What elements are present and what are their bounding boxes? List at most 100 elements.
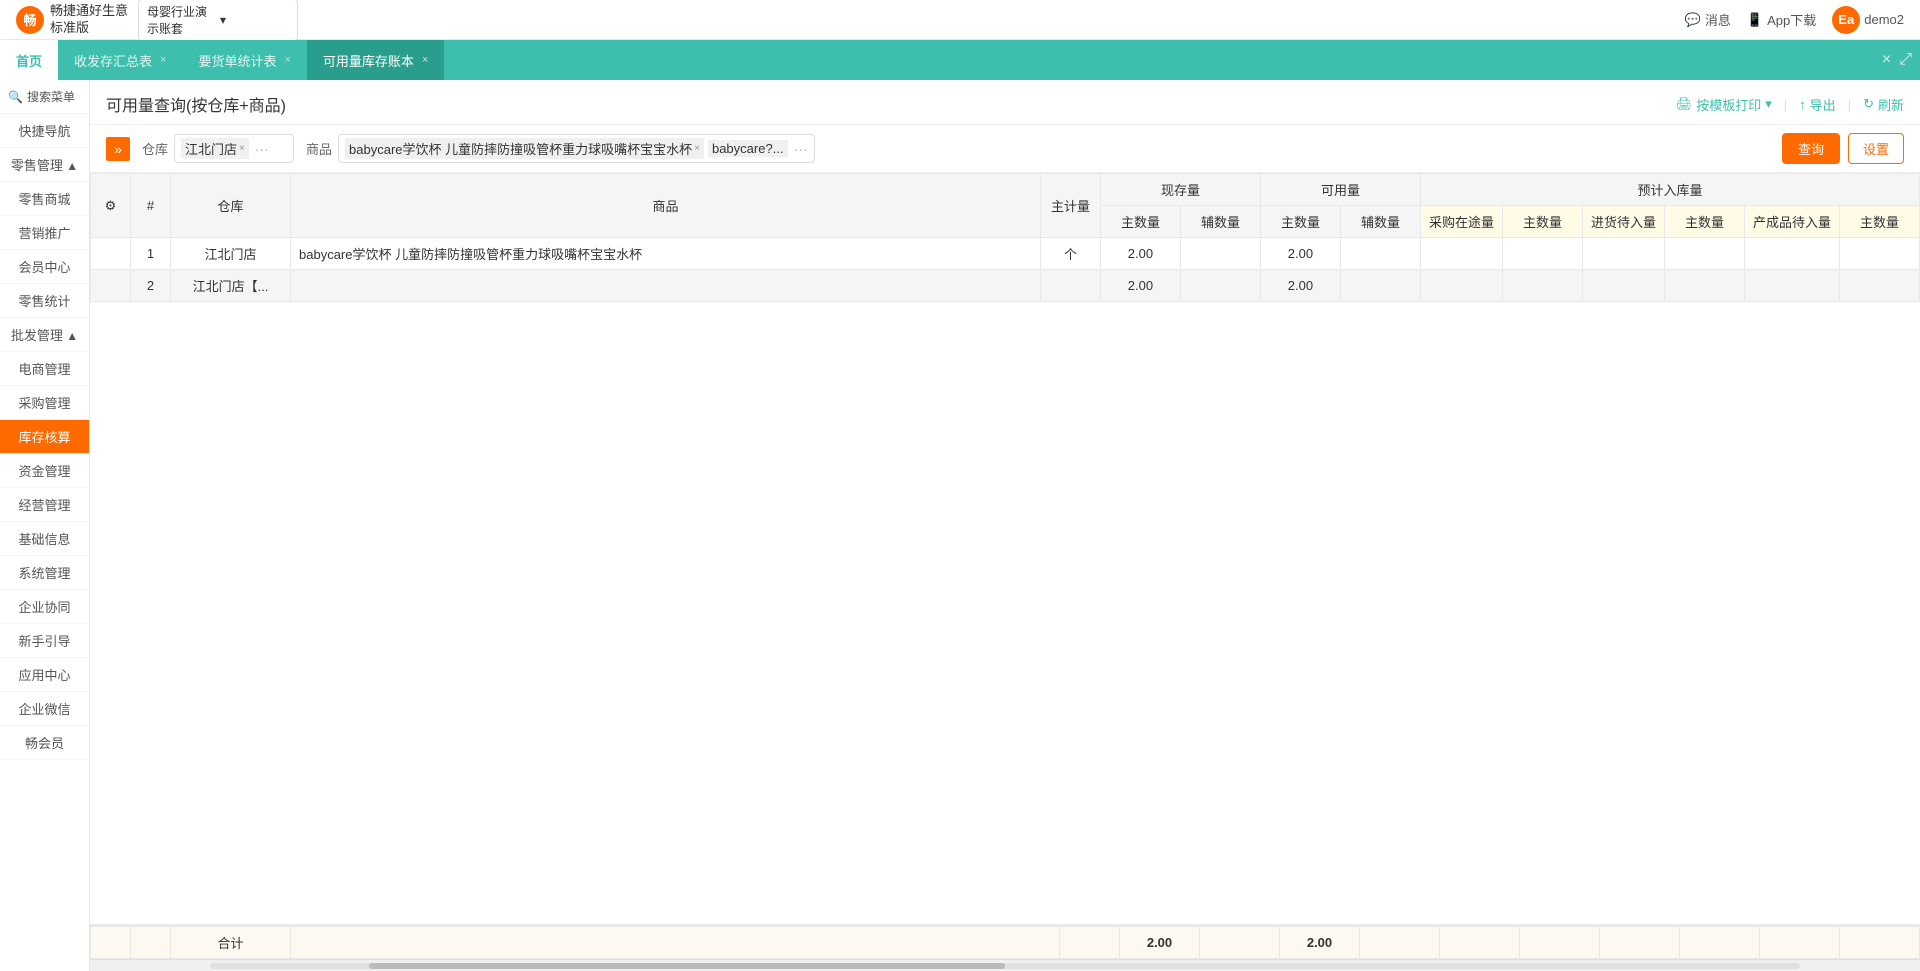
refresh-button[interactable]: ↻ 刷新 xyxy=(1863,95,1904,114)
download-icon: 📱 xyxy=(1747,12,1763,28)
scrollbar-track[interactable] xyxy=(210,963,1800,969)
sidebar-item-retail-mall[interactable]: 零售商城 xyxy=(0,182,89,216)
top-bar-right: 💬 消息 📱 App下载 Ea demo2 xyxy=(1685,6,1904,34)
sidebar: 🔍 搜索菜单 快捷导航 零售管理 ▲ 零售商城 营销推广 会员中心 零售统计 批… xyxy=(0,80,90,971)
top-bar: 畅 畅捷通好生意 标准版 母婴行业演示账套 ▾ 💬 消息 📱 App下载 Ea … xyxy=(0,0,1920,40)
close-all-tabs-button[interactable]: × xyxy=(1882,51,1891,69)
sidebar-item-retail-mgmt[interactable]: 零售管理 ▲ xyxy=(0,148,89,182)
sidebar-item-app-center[interactable]: 应用中心 xyxy=(0,658,89,692)
th-number: # xyxy=(131,174,171,238)
product-filter: 商品 babycare学饮杯 儿童防摔防撞吸管杯重力球吸嘴杯宝宝水杯 × bab… xyxy=(306,134,815,163)
th-stock-aux: 辅数量 xyxy=(1180,206,1260,238)
page-header-actions: 🖨 按模板打印 ▾ | ↑ 导出 | ↻ 刷新 xyxy=(1676,95,1904,114)
logo-text: 畅捷通好生意 标准版 xyxy=(50,3,128,37)
tab-home[interactable]: 首页 xyxy=(0,40,58,80)
sidebar-item-wholesale[interactable]: 批发管理 ▲ xyxy=(0,318,89,352)
th-production-group-label: 产成品待入量 xyxy=(1744,206,1839,238)
message-icon: 💬 xyxy=(1685,12,1701,28)
scrollbar-thumb[interactable] xyxy=(369,963,1005,969)
table-row: 1 江北门店 babycare学饮杯 儿童防摔防撞吸管杯重力球吸嘴杯宝宝水杯 个… xyxy=(91,238,1920,270)
total-available-main: 2.00 xyxy=(1280,927,1360,959)
th-available-main: 主数量 xyxy=(1260,206,1340,238)
print-button[interactable]: 🖨 按模板打印 ▾ xyxy=(1676,95,1772,114)
product-filter-more[interactable]: ··· xyxy=(794,141,808,157)
sidebar-item-enterprise-wechat[interactable]: 企业微信 xyxy=(0,692,89,726)
subtotal-row: 2 江北门店【... 2.00 2.00 xyxy=(91,270,1920,302)
page-header: 可用量查询(按仓库+商品) 🖨 按模板打印 ▾ | ↑ 导出 | ↻ xyxy=(90,80,1920,125)
warehouse-tag-close[interactable]: × xyxy=(239,143,245,154)
filter-bar: » 仓库 江北门店 × ··· 商品 babyca xyxy=(90,125,1920,173)
tab-spacer xyxy=(444,40,1873,80)
refresh-icon: ↻ xyxy=(1863,96,1874,112)
app-download-button[interactable]: 📱 App下载 xyxy=(1747,10,1816,29)
query-button[interactable]: 查询 xyxy=(1782,133,1840,164)
sidebar-item-finance[interactable]: 资金管理 xyxy=(0,454,89,488)
th-purchase-main: 主数量 xyxy=(1502,206,1582,238)
expand-filter-button[interactable]: » xyxy=(106,137,130,161)
inventory-table: ⚙ # 仓库 商品 主计量 xyxy=(90,173,1920,302)
search-menu-button[interactable]: 🔍 搜索菜单 xyxy=(0,80,89,114)
sidebar-item-ops[interactable]: 经营管理 xyxy=(0,488,89,522)
sidebar-item-basic-info[interactable]: 基础信息 xyxy=(0,522,89,556)
nav-tabs: 首页 收发存汇总表 × 要货单统计表 × 可用量库存账本 × × ⤢ xyxy=(0,40,1920,80)
print-icon: 🖨 xyxy=(1676,96,1693,112)
warehouse-filter: 仓库 江北门店 × ··· xyxy=(142,134,294,163)
th-available-group: 可用量 xyxy=(1260,174,1420,206)
nav-actions: × ⤢ xyxy=(1874,40,1920,80)
account-selector[interactable]: 母婴行业演示账套 ▾ xyxy=(138,0,298,41)
total-row: 合计 2.00 2.00 xyxy=(91,927,1920,959)
th-purchase-group-label: 采购在途量 xyxy=(1420,206,1502,238)
sidebar-item-ecom[interactable]: 电商管理 xyxy=(0,352,89,386)
product-filter-input[interactable]: babycare学饮杯 儿童防摔防撞吸管杯重力球吸嘴杯宝宝水杯 × babyca… xyxy=(338,134,814,163)
export-button[interactable]: ↑ 导出 xyxy=(1799,95,1836,114)
th-inbound-group-label: 进货待入量 xyxy=(1582,206,1664,238)
main-layout: 🔍 搜索菜单 快捷导航 零售管理 ▲ 零售商城 营销推广 会员中心 零售统计 批… xyxy=(0,80,1920,971)
close-tab-inventory[interactable]: × xyxy=(422,54,428,66)
warehouse-filter-more[interactable]: ··· xyxy=(255,141,269,157)
tab-order-stats[interactable]: 要货单统计表 × xyxy=(182,40,306,80)
total-table: 合计 2.00 2.00 xyxy=(90,926,1920,959)
tab-inventory-ledger[interactable]: 可用量库存账本 × xyxy=(307,40,444,80)
expand-tabs-button[interactable]: ⤢ xyxy=(1899,51,1912,69)
horizontal-scrollbar[interactable] xyxy=(90,959,1920,971)
chevron-down-icon: ▾ xyxy=(1765,96,1772,112)
sidebar-items: 零售管理 ▲ 零售商城 营销推广 会员中心 零售统计 批发管理 ▲ 电商管理 采… xyxy=(0,148,89,760)
warehouse-filter-input[interactable]: 江北门店 × ··· xyxy=(174,134,294,163)
th-product: 商品 xyxy=(291,174,1041,238)
tab-receipt-summary[interactable]: 收发存汇总表 × xyxy=(58,40,182,80)
close-tab-receipt[interactable]: × xyxy=(160,54,166,66)
logo-icon: 畅 xyxy=(16,6,44,34)
top-bar-left: 畅 畅捷通好生意 标准版 母婴行业演示账套 ▾ xyxy=(16,0,298,41)
th-stock-main: 主数量 xyxy=(1100,206,1180,238)
settings-button[interactable]: 设置 xyxy=(1848,133,1904,164)
sidebar-item-sys-mgmt[interactable]: 系统管理 xyxy=(0,556,89,590)
close-tab-order[interactable]: × xyxy=(284,54,290,66)
search-icon: 🔍 xyxy=(8,90,23,104)
th-unit: 主计量 xyxy=(1040,174,1100,238)
product-tag-1: babycare学饮杯 儿童防摔防撞吸管杯重力球吸嘴杯宝宝水杯 × xyxy=(345,138,704,159)
sidebar-item-purchase[interactable]: 采购管理 xyxy=(0,386,89,420)
content-area: 可用量查询(按仓库+商品) 🖨 按模板打印 ▾ | ↑ 导出 | ↻ xyxy=(90,80,1920,971)
sidebar-item-new-guide[interactable]: 新手引导 xyxy=(0,624,89,658)
user-menu[interactable]: Ea demo2 xyxy=(1832,6,1904,34)
sidebar-item-member[interactable]: 会员中心 xyxy=(0,250,89,284)
sidebar-item-quick-nav[interactable]: 快捷导航 xyxy=(0,114,89,148)
chevron-down-icon: ▾ xyxy=(220,13,289,27)
export-icon: ↑ xyxy=(1799,97,1806,112)
sidebar-item-enterprise-collab[interactable]: 企业协同 xyxy=(0,590,89,624)
message-button[interactable]: 💬 消息 xyxy=(1685,10,1731,29)
th-production-main: 主数量 xyxy=(1840,206,1920,238)
page-title: 可用量查询(按仓库+商品) xyxy=(106,92,286,116)
sidebar-item-inventory[interactable]: 库存核算 xyxy=(0,420,89,454)
sidebar-item-marketing[interactable]: 营销推广 xyxy=(0,216,89,250)
total-label: 合计 xyxy=(171,927,291,959)
product-tag1-close[interactable]: × xyxy=(694,143,700,154)
avatar: Ea xyxy=(1832,6,1860,34)
th-warehouse: 仓库 xyxy=(171,174,291,238)
warehouse-tag: 江北门店 × xyxy=(181,138,249,159)
sidebar-item-member-benefits[interactable]: 畅会员 xyxy=(0,726,89,760)
th-incoming-group: 预计入库量 xyxy=(1420,174,1919,206)
sidebar-item-retail-stats[interactable]: 零售统计 xyxy=(0,284,89,318)
table-area: ⚙ # 仓库 商品 主计量 xyxy=(90,173,1920,924)
th-settings[interactable]: ⚙ xyxy=(91,174,131,238)
